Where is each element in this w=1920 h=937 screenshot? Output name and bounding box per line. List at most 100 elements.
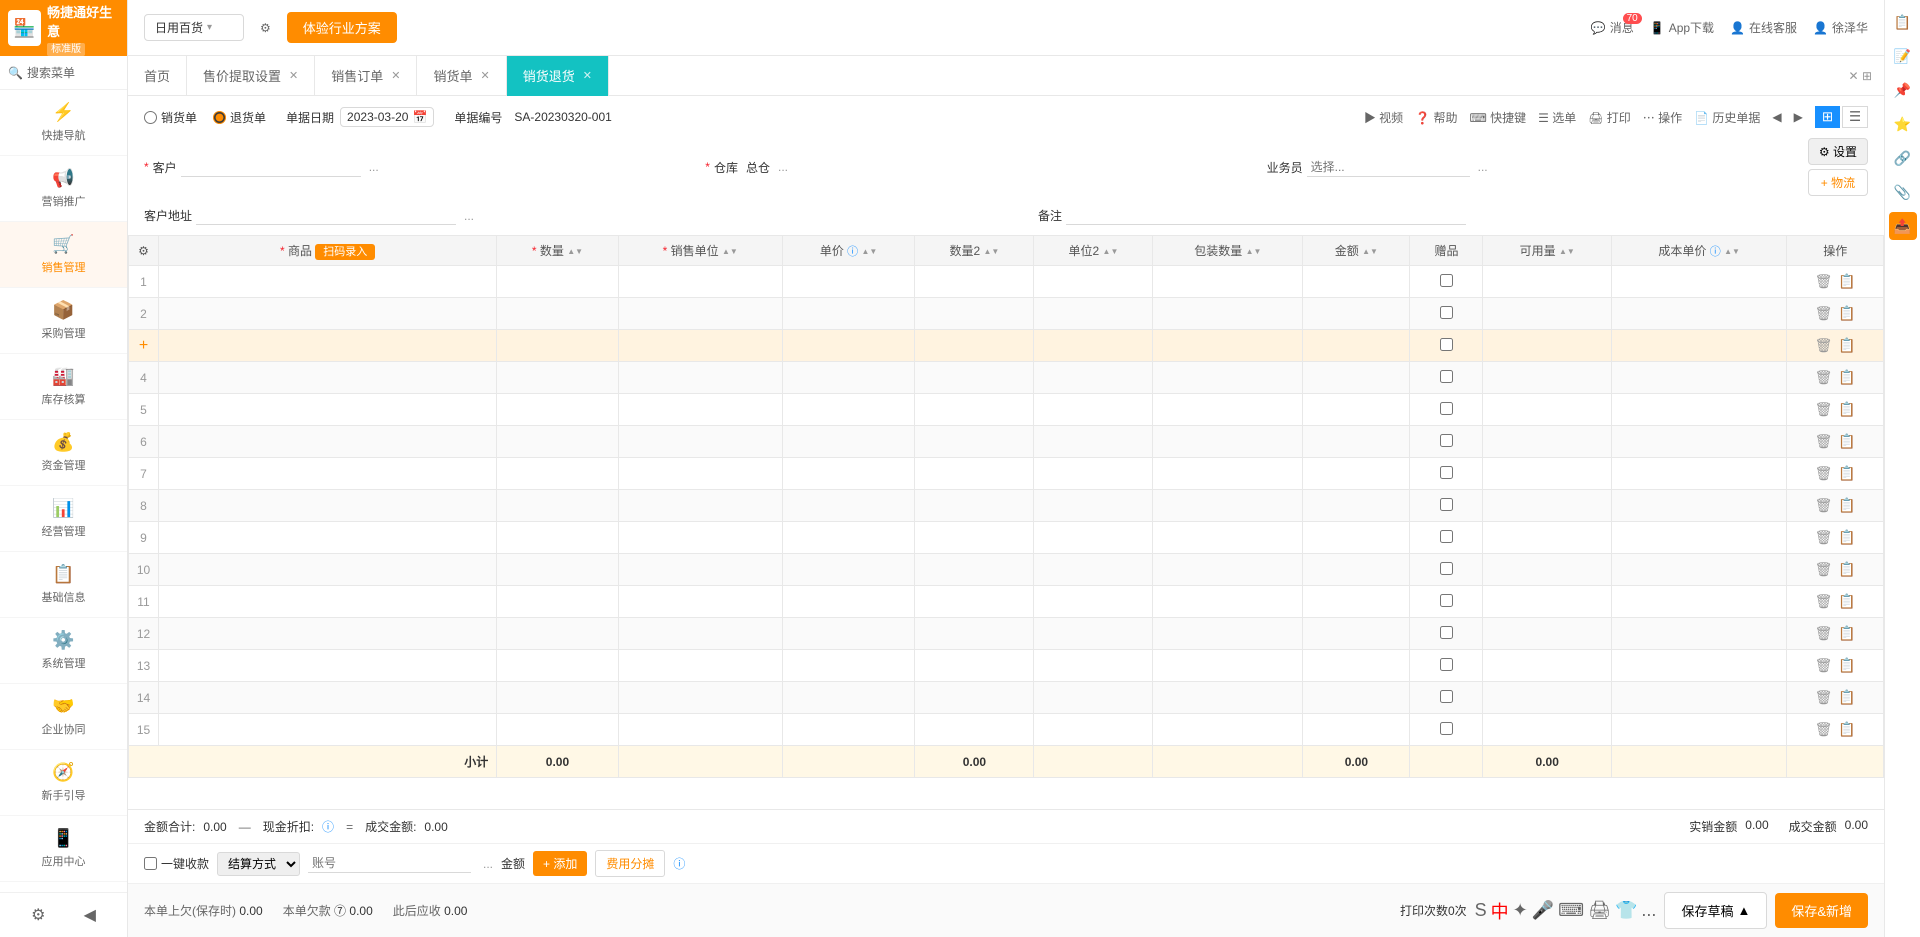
view-toggle-grid[interactable]: ⊞ [1815,106,1840,128]
copy-icon-8[interactable]: 📋 [1838,497,1855,514]
toolbar-history[interactable]: 📄 历史单据 [1694,109,1760,126]
gift-checkbox-6[interactable] [1440,434,1453,447]
cell-qty2-4[interactable] [915,362,1034,394]
cell-unit2-11[interactable] [1034,586,1153,618]
qty-sort-icon[interactable]: ▲▼ [567,247,583,256]
cell-product-12[interactable] [159,618,497,650]
cell-unit-price-4[interactable] [782,362,915,394]
cell-unit2-14[interactable] [1034,682,1153,714]
cell-amount-10[interactable] [1303,554,1410,586]
one-click-collect-checkbox[interactable]: 一键收款 [144,855,209,872]
cell-package-qty-3[interactable] [1153,330,1303,362]
cell-amount-8[interactable] [1303,490,1410,522]
delete-icon-14[interactable]: 🗑 [1815,689,1833,706]
save-new-button[interactable]: 保存&新增 [1775,893,1868,928]
cell-qty-15[interactable] [497,714,618,746]
sidebar-item-marketing[interactable]: 📢 营销推广 [0,156,127,222]
gift-checkbox-10[interactable] [1440,562,1453,575]
cell-unit-price-15[interactable] [782,714,915,746]
tab-sale-price-close[interactable]: ✕ [289,69,298,82]
cell-qty2-11[interactable] [915,586,1034,618]
cell-amount-9[interactable] [1303,522,1410,554]
cell-available-10[interactable] [1483,554,1612,586]
topbar-settings-icon[interactable]: ⚙ [252,17,279,39]
copy-icon-14[interactable]: 📋 [1838,689,1855,706]
cell-cost-price-11[interactable] [1611,586,1786,618]
save-draft-button[interactable]: 保存草稿 ▲ [1664,892,1767,929]
gift-checkbox-2[interactable] [1440,306,1453,319]
copy-icon-1[interactable]: 📋 [1838,273,1855,290]
cell-package-qty-14[interactable] [1153,682,1303,714]
cell-qty-10[interactable] [497,554,618,586]
cell-amount-7[interactable] [1303,458,1410,490]
cell-cost-price-12[interactable] [1611,618,1786,650]
cell-unit-price-3[interactable] [782,330,915,362]
cell-package-qty-9[interactable] [1153,522,1303,554]
cell-sale-unit-3[interactable] [618,330,782,362]
settings-button[interactable]: ⚙ 设置 [1808,138,1868,165]
sidebar-item-shortcut[interactable]: ⚡ 快捷导航 [0,90,127,156]
product-input-active[interactable] [165,338,490,353]
delete-icon-10[interactable]: 🗑 [1815,561,1833,578]
cell-amount-4[interactable] [1303,362,1410,394]
address-input[interactable] [196,206,456,225]
delete-icon-9[interactable]: 🗑 [1815,529,1833,546]
delete-icon-7[interactable]: 🗑 [1815,465,1833,482]
account-dots[interactable]: ... [483,857,493,871]
th-settings[interactable]: ⚙ [129,236,159,266]
one-click-collect-input[interactable] [144,857,157,870]
add-row-icon[interactable]: + [139,337,148,354]
cell-unit-price-9[interactable] [782,522,915,554]
cell-cost-price-2[interactable] [1611,298,1786,330]
cell-package-qty-5[interactable] [1153,394,1303,426]
unit2-sort-icon[interactable]: ▲▼ [1103,247,1119,256]
gift-checkbox-3[interactable] [1440,338,1453,351]
sidebar-item-wechat[interactable]: 💬 企业微信 [0,882,127,892]
view-toggle-list[interactable]: ☰ [1842,106,1868,128]
customer-dots[interactable]: ... [369,160,379,174]
delete-icon-5[interactable]: 🗑 [1815,401,1833,418]
cell-package-qty-13[interactable] [1153,650,1303,682]
cell-package-qty-10[interactable] [1153,554,1303,586]
cell-gift-4[interactable] [1410,362,1483,394]
cell-gift-5[interactable] [1410,394,1483,426]
cell-sale-unit-12[interactable] [618,618,782,650]
add-logistics-button[interactable]: + 物流 [1808,169,1868,196]
tab-sale-return-close[interactable]: ✕ [583,69,592,82]
split-cost-button[interactable]: 费用分摊 [595,850,665,877]
cell-unit2-12[interactable] [1034,618,1153,650]
remark-input[interactable] [1066,206,1466,225]
sidebar-item-inventory[interactable]: 🏭 库存核算 [0,354,127,420]
rs-icon-3[interactable]: 📌 [1889,76,1917,104]
cell-unit-price-7[interactable] [782,458,915,490]
cell-sale-unit-2[interactable] [618,298,782,330]
cell-package-qty-2[interactable] [1153,298,1303,330]
cell-product-10[interactable] [159,554,497,586]
toolbar-select[interactable]: ☰ 选单 [1538,109,1576,126]
gift-checkbox-12[interactable] [1440,626,1453,639]
copy-icon-6[interactable]: 📋 [1838,433,1855,450]
cell-unit-price-14[interactable] [782,682,915,714]
cell-unit-price-1[interactable] [782,266,915,298]
app-download-button[interactable]: 📱 App下载 [1650,19,1714,36]
delete-icon-2[interactable]: 🗑 [1815,305,1833,322]
cell-sale-unit-10[interactable] [618,554,782,586]
qty2-sort-icon[interactable]: ▲▼ [984,247,1000,256]
cell-amount-1[interactable] [1303,266,1410,298]
cell-unit2-4[interactable] [1034,362,1153,394]
cell-sale-unit-4[interactable] [618,362,782,394]
gift-checkbox-4[interactable] [1440,370,1453,383]
gift-checkbox-11[interactable] [1440,594,1453,607]
cell-available-13[interactable] [1483,650,1612,682]
cell-amount-15[interactable] [1303,714,1410,746]
copy-icon-7[interactable]: 📋 [1838,465,1855,482]
cell-unit2-5[interactable] [1034,394,1153,426]
customer-input[interactable] [181,158,361,177]
cell-available-4[interactable] [1483,362,1612,394]
cell-qty2-2[interactable] [915,298,1034,330]
cell-cost-price-9[interactable] [1611,522,1786,554]
cell-package-qty-11[interactable] [1153,586,1303,618]
cell-cost-price-14[interactable] [1611,682,1786,714]
cell-product-11[interactable] [159,586,497,618]
cell-gift-3[interactable] [1410,330,1483,362]
